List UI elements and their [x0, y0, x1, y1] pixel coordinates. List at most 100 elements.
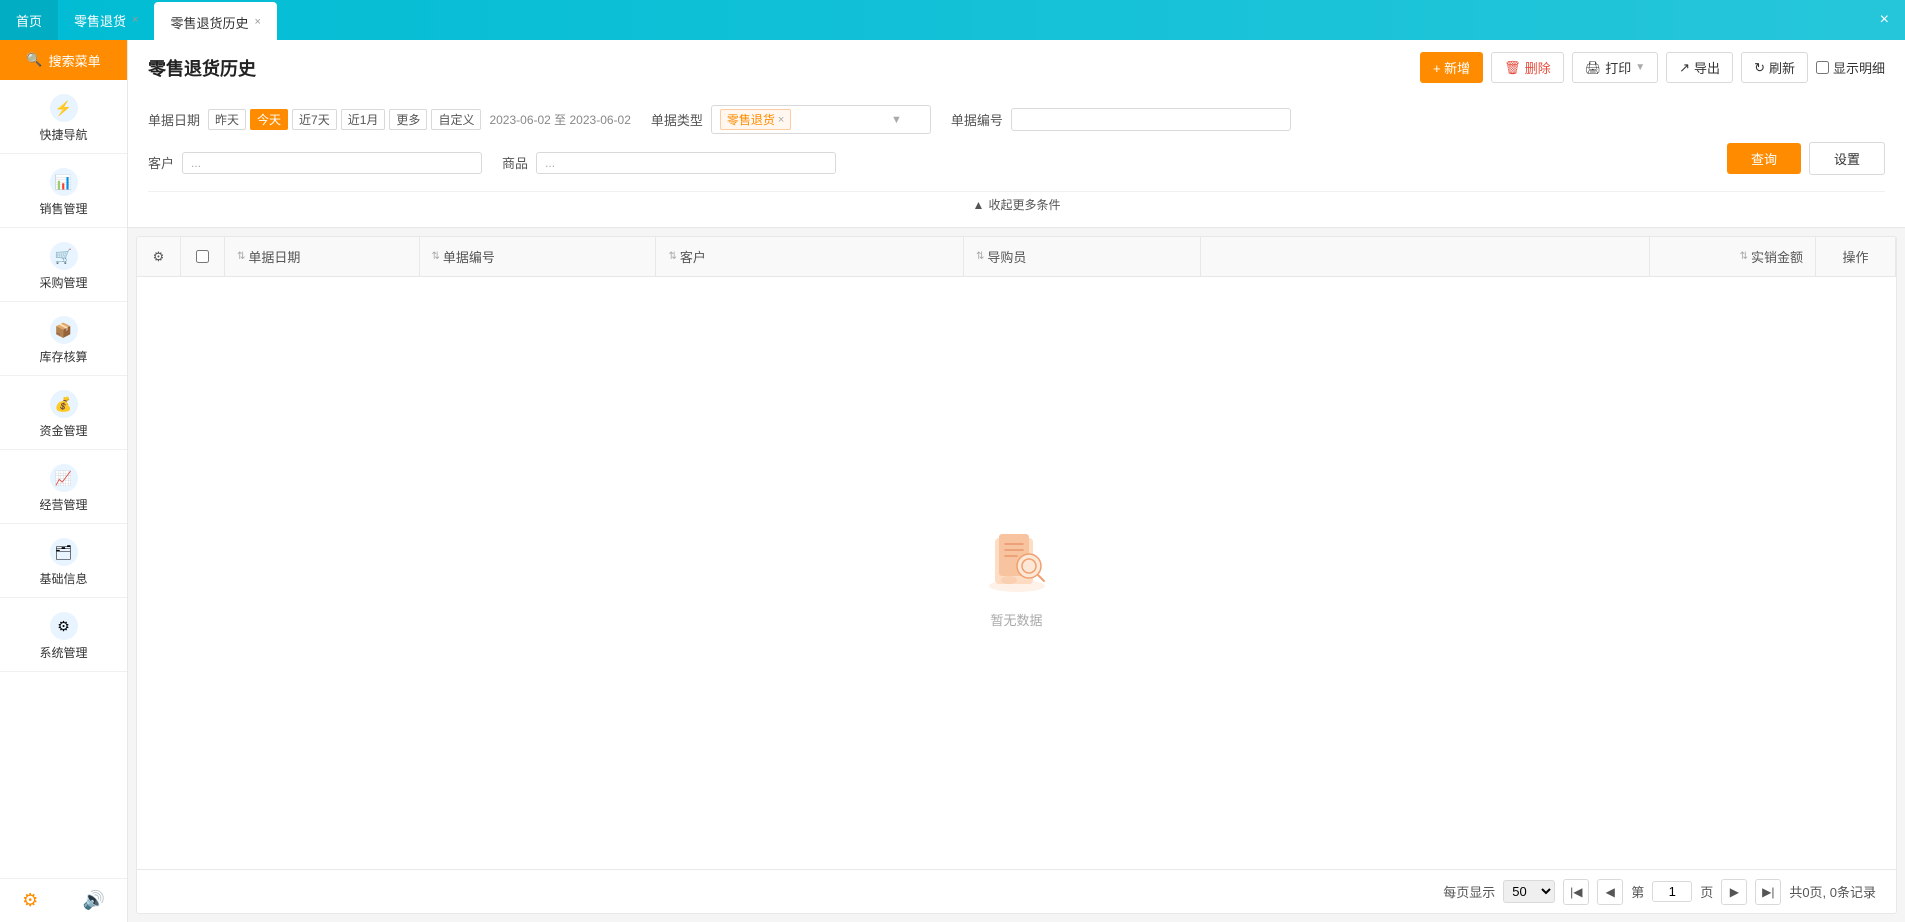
date-range-display: 2023-06-02 至 2023-06-02	[489, 111, 630, 128]
sidebar-item-system-mgmt[interactable]: ⚙ 系统管理	[0, 598, 127, 672]
sidebar-item-purchase-mgmt[interactable]: 🛒 采购管理	[0, 228, 127, 302]
voucher-type-label: 单据类型	[651, 110, 703, 129]
date-filter: 单据日期 昨天 今天 近7天 近1月 更多 自定义 2023-06-02 至 2…	[148, 109, 631, 130]
page-unit: 页	[1700, 882, 1713, 901]
print-button[interactable]: 🖨 打印 ▼	[1572, 52, 1658, 83]
collapse-more-button[interactable]: ▲ 收起更多条件	[148, 191, 1885, 219]
per-page-select[interactable]: 50 20 100 200	[1503, 880, 1555, 903]
operations-icon: 📈	[50, 464, 78, 492]
refresh-icon: ↻	[1754, 60, 1765, 76]
sidebar-item-label-sales-mgmt: 销售管理	[39, 200, 87, 217]
delete-icon: 🗑	[1504, 60, 1521, 76]
voucher-no-label: 单据编号	[951, 110, 1003, 129]
sidebar-item-operations[interactable]: 📈 经营管理	[0, 450, 127, 524]
sales-mgmt-icon: 📊	[50, 168, 78, 196]
display-detail-checkbox[interactable]: 显示明细	[1816, 58, 1885, 77]
delete-button[interactable]: 🗑 删除	[1491, 52, 1564, 83]
prev-page-button[interactable]: ◀	[1597, 879, 1623, 905]
th-settings[interactable]: ⚙	[137, 237, 181, 276]
th-amount: ⇅ 实销金额	[1650, 237, 1816, 276]
first-page-button[interactable]: |◀	[1563, 879, 1589, 905]
date-shortcuts: 昨天 今天 近7天 近1月 更多 自定义	[208, 109, 481, 130]
settings-filter-button[interactable]: 设置	[1809, 142, 1885, 175]
next-page-button[interactable]: ▶	[1721, 879, 1747, 905]
voucher-type-tag: 零售退货 ×	[720, 109, 791, 130]
volume-icon[interactable]: 🔊	[82, 890, 104, 911]
export-label: 导出	[1694, 58, 1720, 77]
date-btn-more[interactable]: 更多	[389, 109, 427, 130]
goods-select[interactable]: ...	[536, 152, 836, 174]
voucher-type-tag-label: 零售退货	[727, 111, 775, 128]
goods-filter: 商品 ...	[502, 152, 836, 174]
customer-select[interactable]: ...	[182, 152, 482, 174]
print-icon: 🖨	[1585, 60, 1602, 76]
th-guide-label: 导购员	[987, 247, 1026, 266]
sidebar-item-basic-info[interactable]: 🗂 基础信息	[0, 524, 127, 598]
refresh-label: 刷新	[1769, 58, 1795, 77]
per-page-label: 每页显示	[1443, 882, 1495, 901]
basic-info-icon: 🗂	[50, 538, 78, 566]
th-doc-no-label: 单据编号	[443, 247, 495, 266]
tab-retail-return-label: 零售退货	[74, 11, 126, 30]
table-header: ⚙ ⇅ 单据日期 ⇅ 单据编号 ⇅ 客户 ⇅	[137, 237, 1896, 277]
page-title: 零售退货历史	[148, 55, 256, 81]
empty-illustration	[977, 518, 1057, 598]
display-detail-input[interactable]	[1816, 61, 1829, 74]
date-btn-7days[interactable]: 近7天	[292, 109, 337, 130]
sort-asc-icon: ⇅	[237, 251, 245, 262]
date-btn-1month[interactable]: 近1月	[341, 109, 386, 130]
quick-nav-icon: ⚡	[50, 94, 78, 122]
voucher-type-arrow-icon: ▼	[891, 114, 902, 126]
tab-retail-return-history[interactable]: 零售退货历史 ×	[154, 2, 276, 42]
sidebar-search[interactable]: 🔍 搜索菜单	[0, 40, 127, 80]
main-layout: 🔍 搜索菜单 ⚡ 快捷导航 📊 销售管理 🛒 采购管理 📦 库存核算 💰 资金管…	[0, 40, 1905, 922]
th-customer: ⇅ 客户	[656, 237, 964, 276]
empty-state: 暂无数据	[137, 277, 1896, 869]
page-number-input[interactable]	[1652, 881, 1692, 902]
refresh-button[interactable]: ↻ 刷新	[1741, 52, 1808, 83]
window-close-button[interactable]: ×	[1880, 11, 1905, 29]
date-btn-custom[interactable]: 自定义	[431, 109, 481, 130]
collapse-label: 收起更多条件	[988, 196, 1060, 213]
sidebar-bottom: ⚙ 🔊	[0, 878, 127, 922]
sidebar-item-finance[interactable]: 💰 资金管理	[0, 376, 127, 450]
last-page-button[interactable]: ▶|	[1755, 879, 1781, 905]
tab-home-label: 首页	[16, 11, 42, 30]
voucher-type-filter: 单据类型 零售退货 × ▼	[651, 105, 931, 134]
th-checkbox[interactable]	[181, 237, 225, 276]
collapse-arrow-icon: ▲	[973, 198, 985, 212]
sidebar-item-quick-nav[interactable]: ⚡ 快捷导航	[0, 80, 127, 154]
sidebar-item-inventory[interactable]: 📦 库存核算	[0, 302, 127, 376]
purchase-mgmt-icon: 🛒	[50, 242, 78, 270]
sidebar-item-sales-mgmt[interactable]: 📊 销售管理	[0, 154, 127, 228]
pagination: 每页显示 50 20 100 200 |◀ ◀ 第 页 ▶ ▶| 共0页, 0条…	[137, 869, 1896, 913]
print-label: 打印	[1605, 58, 1631, 77]
select-all-checkbox[interactable]	[196, 250, 209, 263]
inventory-icon: 📦	[50, 316, 78, 344]
export-icon: ↗	[1679, 60, 1690, 76]
goods-label: 商品	[502, 153, 528, 172]
tab-bar: 首页 零售退货 × 零售退货历史 ×	[0, 0, 1880, 40]
date-btn-today[interactable]: 今天	[250, 109, 288, 130]
page-header: 零售退货历史 + 新增 🗑 删除 🖨 打印 ▼ ↗ 导出	[128, 40, 1905, 228]
tab-retail-return-history-close[interactable]: ×	[254, 16, 260, 28]
voucher-type-select[interactable]: 零售退货 × ▼	[711, 105, 931, 134]
voucher-type-tag-close[interactable]: ×	[778, 114, 784, 126]
new-button[interactable]: + 新增	[1420, 52, 1483, 83]
tab-retail-return[interactable]: 零售退货 ×	[58, 0, 154, 40]
tab-home[interactable]: 首页	[0, 0, 58, 40]
voucher-no-input[interactable]	[1011, 108, 1291, 131]
tab-retail-return-history-label: 零售退货历史	[170, 13, 248, 32]
display-detail-label: 显示明细	[1833, 58, 1885, 77]
sidebar-item-label-operations: 经营管理	[39, 496, 87, 513]
tab-retail-return-close[interactable]: ×	[132, 14, 138, 26]
empty-text: 暂无数据	[990, 610, 1042, 629]
settings-icon[interactable]: ⚙	[22, 890, 38, 911]
filter-row-2: 客户 ... 商品 ... 查询	[148, 142, 1885, 183]
query-button[interactable]: 查询	[1727, 143, 1801, 174]
date-btn-yesterday[interactable]: 昨天	[208, 109, 246, 130]
date-filter-label: 单据日期	[148, 110, 200, 129]
th-spacer	[1201, 237, 1650, 276]
export-button[interactable]: ↗ 导出	[1666, 52, 1733, 83]
page-title-row: 零售退货历史 + 新增 🗑 删除 🖨 打印 ▼ ↗ 导出	[148, 52, 1885, 83]
